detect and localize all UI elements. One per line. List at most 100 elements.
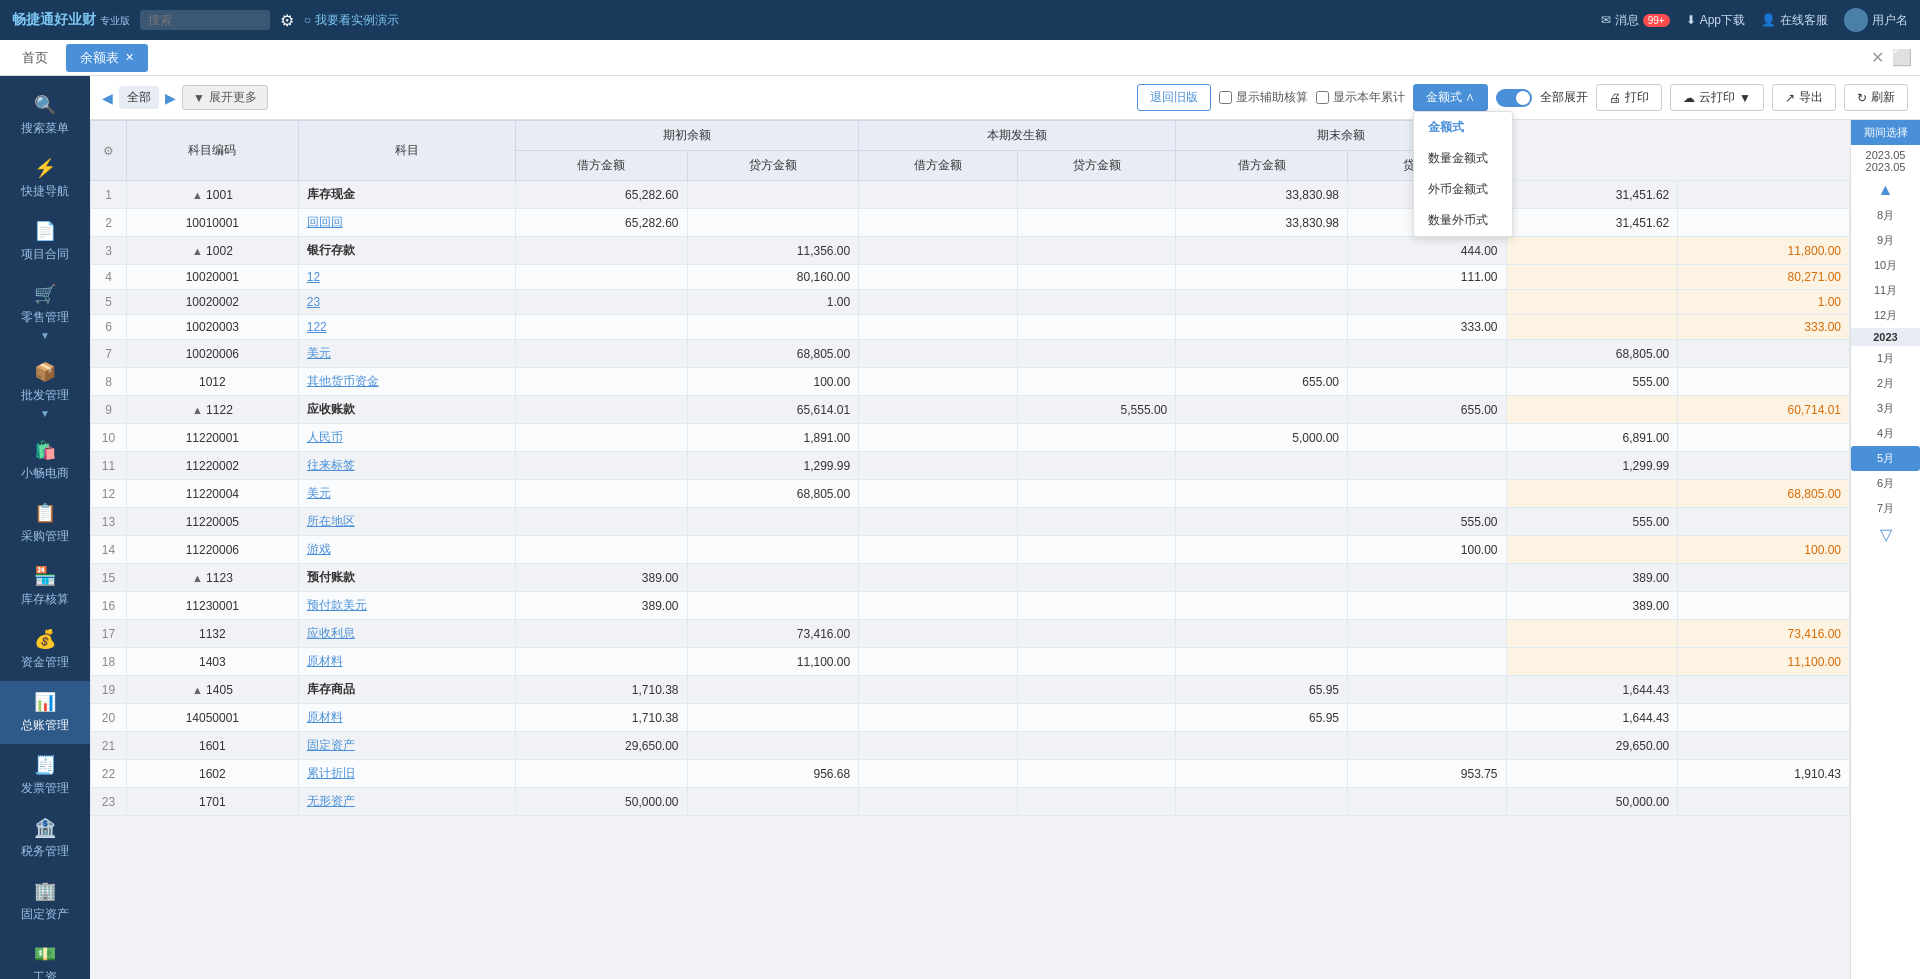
sidebar-item-capital[interactable]: 💰 资金管理 <box>0 618 90 681</box>
filter-all-tag[interactable]: 全部 <box>119 86 159 109</box>
cloud-print-btn[interactable]: ☁ 云打印 ▼ <box>1670 84 1764 111</box>
period-month-5[interactable]: 5月 <box>1851 446 1920 471</box>
period-month-6[interactable]: 6月 <box>1851 471 1920 496</box>
period-month-8[interactable]: 8月 <box>1851 203 1920 228</box>
period-month-11[interactable]: 11月 <box>1851 278 1920 303</box>
cell-account-name[interactable]: 无形资产 <box>298 788 515 816</box>
sidebar-item-retail[interactable]: 🛒 零售管理 ▼ <box>0 273 90 351</box>
cell-pd_debit <box>859 788 1018 816</box>
sidebar-item-invoice[interactable]: 🧾 发票管理 <box>0 744 90 807</box>
sidebar-item-quicknav[interactable]: ⚡ 快捷导航 <box>0 147 90 210</box>
cell-cb_debit: 555.00 <box>1506 368 1678 396</box>
cell-account-name[interactable]: 23 <box>298 290 515 315</box>
cell-account-name[interactable]: 应收利息 <box>298 620 515 648</box>
cell-account-name[interactable]: 游戏 <box>298 536 515 564</box>
settings-icon[interactable]: ⚙ <box>280 11 294 30</box>
sidebar-item-ledger[interactable]: 📊 总账管理 <box>0 681 90 744</box>
cell-account-name[interactable]: 原材料 <box>298 648 515 676</box>
period-month-3[interactable]: 3月 <box>1851 396 1920 421</box>
cell-cb_credit <box>1678 368 1850 396</box>
sidebar-item-ecommerce[interactable]: 🛍️ 小畅电商 <box>0 429 90 492</box>
cell-pa_debit <box>1176 480 1348 508</box>
sidebar-item-contract[interactable]: 📄 项目合同 <box>0 210 90 273</box>
print-btn[interactable]: 🖨 打印 <box>1596 84 1662 111</box>
sidebar-item-tax[interactable]: 🏦 税务管理 <box>0 807 90 870</box>
period-month-4[interactable]: 4月 <box>1851 421 1920 446</box>
cell-account-name[interactable]: 美元 <box>298 340 515 368</box>
show-ytd-checkbox[interactable]: 显示本年累计 <box>1316 89 1405 106</box>
cell-ob_credit: 11,100.00 <box>687 648 859 676</box>
cell-account-name[interactable]: 往来标签 <box>298 452 515 480</box>
aux-checkbox-input[interactable] <box>1219 91 1232 104</box>
view-mode-dropdown[interactable]: 金额式 ∧ 金额式 数量金额式 外币金额式 数量外币式 <box>1413 84 1488 111</box>
cell-account-name[interactable]: 人民币 <box>298 424 515 452</box>
filter-left-arrow[interactable]: ◀ <box>102 90 113 106</box>
cell-pa_debit <box>1176 340 1348 368</box>
cell-cb_debit: 50,000.00 <box>1506 788 1678 816</box>
cell-account-name[interactable]: 固定资产 <box>298 732 515 760</box>
cell-account-name[interactable]: 122 <box>298 315 515 340</box>
demo-link[interactable]: ○ 我要看实例演示 <box>304 12 399 29</box>
cell-account-name[interactable]: 所在地区 <box>298 508 515 536</box>
cell-pd_debit <box>859 452 1018 480</box>
period-month-2[interactable]: 2月 <box>1851 371 1920 396</box>
sidebar-item-assets[interactable]: 🏢 固定资产 <box>0 870 90 933</box>
period-month-1[interactable]: 1月 <box>1851 346 1920 371</box>
period-down-nav[interactable]: ▽ <box>1851 521 1920 548</box>
tab-balance[interactable]: 余额表 ✕ <box>66 44 148 72</box>
sidebar-item-search[interactable]: 🔍 搜索菜单 <box>0 84 90 147</box>
dropdown-item-qty-amount[interactable]: 数量金额式 <box>1414 143 1512 174</box>
search-icon: 🔍 <box>34 94 56 116</box>
period-month-7[interactable]: 7月 <box>1851 496 1920 521</box>
cell-account-name[interactable]: 累计折旧 <box>298 760 515 788</box>
cell-account-name[interactable]: 预付款美元 <box>298 592 515 620</box>
user-avatar[interactable]: 用户名 <box>1844 8 1908 32</box>
cell-account-name[interactable]: 回回回 <box>298 209 515 237</box>
cell-account-name: 银行存款 <box>298 237 515 265</box>
period-month-10[interactable]: 10月 <box>1851 253 1920 278</box>
cell-account-name[interactable]: 原材料 <box>298 704 515 732</box>
tab-close-icon[interactable]: ✕ <box>125 51 134 64</box>
sidebar-item-purchase[interactable]: 📋 采购管理 <box>0 492 90 555</box>
sidebar-item-wholesale[interactable]: 📦 批发管理 ▼ <box>0 351 90 429</box>
cell-account-name[interactable]: 12 <box>298 265 515 290</box>
sidebar-item-inventory[interactable]: 🏪 库存核算 <box>0 555 90 618</box>
export-btn[interactable]: ↗ 导出 <box>1772 84 1836 111</box>
app-download-btn[interactable]: ⬇ App下载 <box>1686 12 1745 29</box>
ytd-checkbox-input[interactable] <box>1316 91 1329 104</box>
cell-pd_debit <box>859 564 1018 592</box>
period-header[interactable]: 期间选择 <box>1851 120 1920 145</box>
filter-right-arrow[interactable]: ▶ <box>165 90 176 106</box>
period-up-nav[interactable]: ▲ <box>1851 177 1920 203</box>
sidebar-item-payroll[interactable]: 💵 工资 <box>0 933 90 979</box>
expand-icon: ▼ <box>193 91 205 105</box>
cell-pa_debit: 65.95 <box>1176 704 1348 732</box>
dropdown-item-amount[interactable]: 金额式 <box>1414 112 1512 143</box>
table-container[interactable]: ⚙ 科目编码 科目 期初余额 本期发生额 期末余额 借方金额 贷方金额 借方金额 <box>90 120 1850 979</box>
refresh-btn[interactable]: ↻ 刷新 <box>1844 84 1908 111</box>
cell-account-name[interactable]: 美元 <box>298 480 515 508</box>
online-service-btn[interactable]: 👤 在线客服 <box>1761 12 1828 29</box>
view-mode-btn[interactable]: 金额式 ∧ <box>1413 84 1488 111</box>
period-month-9[interactable]: 9月 <box>1851 228 1920 253</box>
top-search-input[interactable] <box>140 10 270 30</box>
expand-all-label: 全部展开 <box>1540 89 1588 106</box>
expand-all-toggle[interactable] <box>1496 89 1532 107</box>
cell-pa_credit <box>1348 788 1507 816</box>
dropdown-item-foreign[interactable]: 外币金额式 <box>1414 174 1512 205</box>
cell-account-name[interactable]: 其他货币资金 <box>298 368 515 396</box>
wholesale-icon: 📦 <box>34 361 56 383</box>
close-window-icon[interactable]: ✕ <box>1871 48 1884 67</box>
maximize-icon[interactable]: ⬜ <box>1892 48 1912 67</box>
tab-home[interactable]: 首页 <box>8 44 62 72</box>
table-settings-icon[interactable]: ⚙ <box>103 144 114 158</box>
col-opening-balance: 期初余额 <box>515 121 858 151</box>
show-aux-checkbox[interactable]: 显示辅助核算 <box>1219 89 1308 106</box>
period-month-12[interactable]: 12月 <box>1851 303 1920 328</box>
dropdown-item-qty-foreign[interactable]: 数量外币式 <box>1414 205 1512 236</box>
back-old-btn[interactable]: 退回旧版 <box>1137 84 1211 111</box>
expand-more-btn[interactable]: ▼ 展开更多 <box>182 85 268 110</box>
cell-ob_debit <box>515 315 687 340</box>
message-btn[interactable]: ✉ 消息 99+ <box>1601 12 1670 29</box>
cell-pa_credit <box>1348 676 1507 704</box>
